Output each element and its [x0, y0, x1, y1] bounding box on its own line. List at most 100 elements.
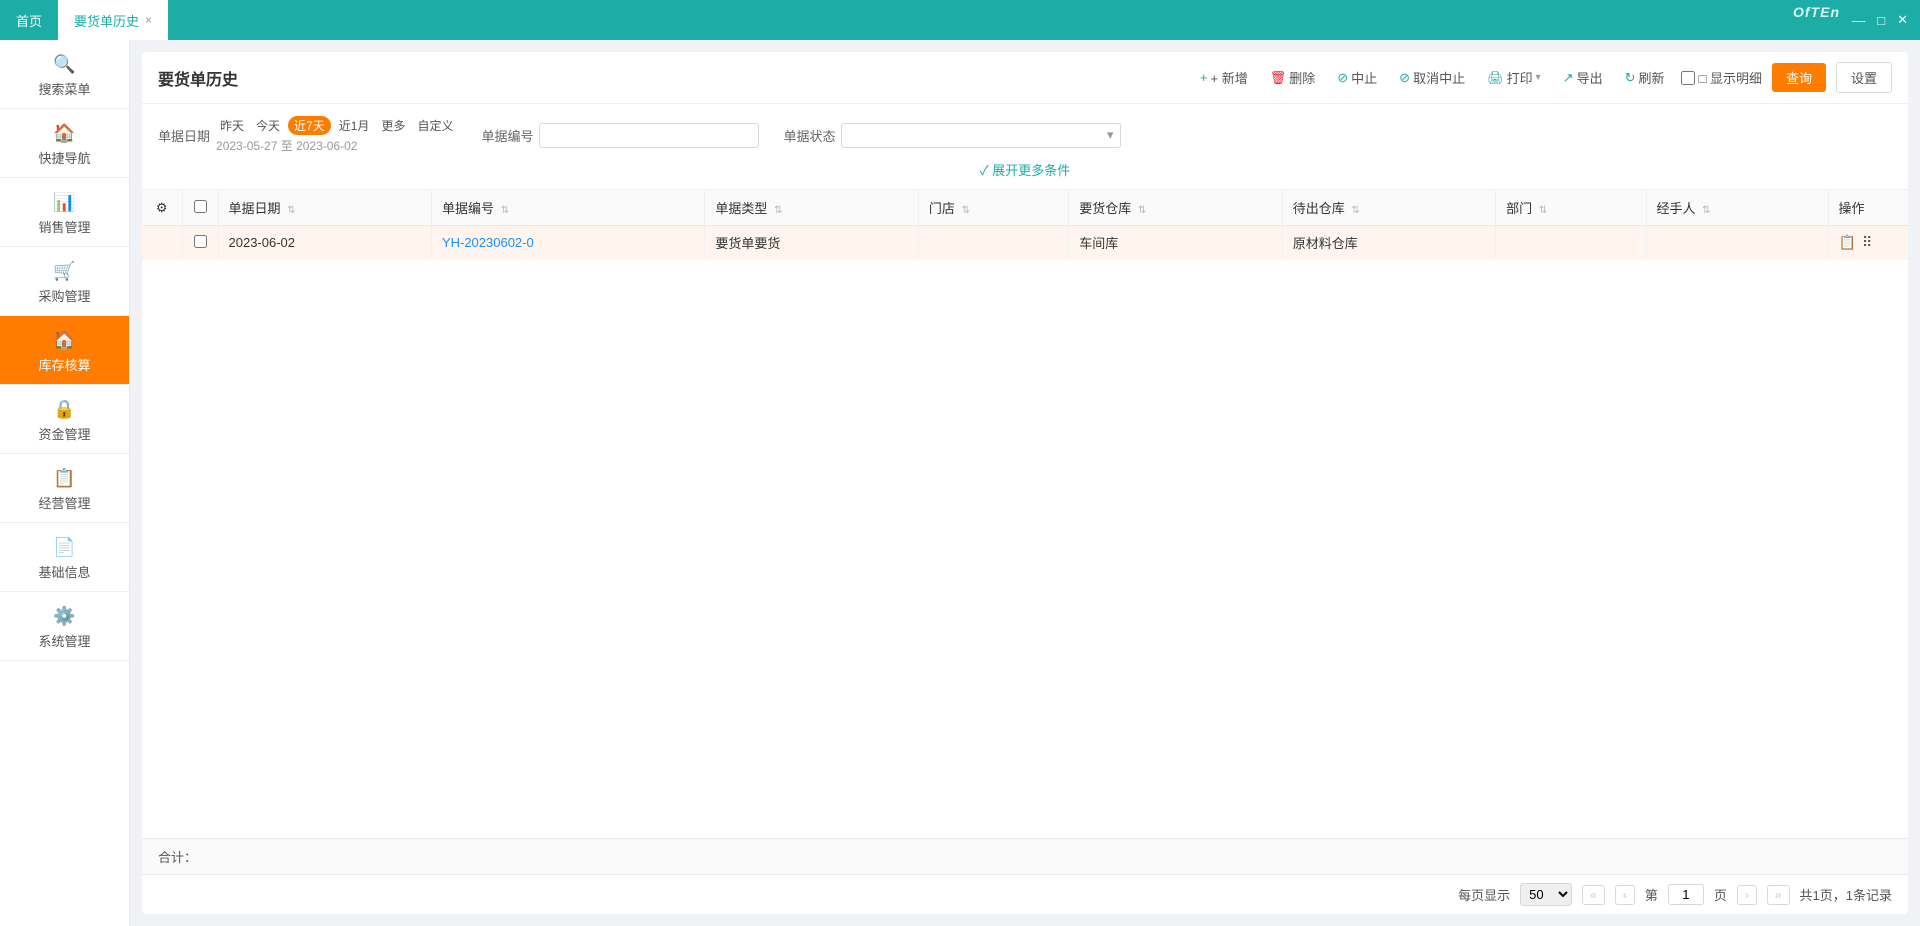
billno-input[interactable] [539, 123, 759, 148]
per-page-label: 每页显示 [1458, 885, 1510, 904]
th-billtype[interactable]: 单据类型 ⇅ [705, 190, 918, 226]
sort-billno-icon: ⇅ [501, 205, 509, 216]
select-all-checkbox[interactable] [194, 200, 207, 213]
jump-label: 第 [1645, 885, 1658, 904]
expand-more-btn[interactable]: ✓ 展开更多条件 [158, 154, 1892, 181]
stop-button[interactable]: ⊘ 中止 [1331, 64, 1383, 91]
table-row: 2023-06-02 YH-20230602-0 要货单要货 车间库 原材料仓库 [142, 226, 1908, 260]
sidebar-item-purchase[interactable]: 🛒 采购管理 [0, 247, 129, 316]
th-handler[interactable]: 经手人 ⇅ [1646, 190, 1828, 226]
td-dept [1496, 226, 1646, 260]
billno-link[interactable]: YH-20230602-0 [442, 235, 534, 250]
date-range: 2023-05-27 至 2023-06-02 [216, 137, 457, 154]
td-billno[interactable]: YH-20230602-0 [431, 226, 704, 260]
expand-more-label: ✓ 展开更多条件 [980, 160, 1071, 179]
first-page-btn[interactable]: « [1582, 885, 1605, 905]
filter-group-status: 单据状态 [783, 123, 1121, 148]
sidebar-label-basic: 基础信息 [38, 562, 90, 581]
stop-icon: ⊘ [1337, 70, 1348, 86]
filter-group-date: 单据日期 昨天 今天 近7天 近1月 更多 自定义 2023-05-27 至 2… [158, 116, 457, 154]
query-button[interactable]: 查询 [1772, 63, 1826, 92]
display-detail-checkbox[interactable] [1681, 71, 1695, 85]
new-button[interactable]: + + 新增 [1194, 64, 1254, 91]
refresh-label: 刷新 [1638, 68, 1664, 87]
date-btn-1month[interactable]: 近1月 [335, 116, 374, 135]
date-btn-today[interactable]: 今天 [252, 116, 284, 135]
operations-icon: 📋 [53, 468, 75, 489]
sort-store-icon: ⇅ [962, 205, 970, 216]
sidebar-item-quicknav[interactable]: 🏠 快捷导航 [0, 109, 129, 178]
sidebar-item-sales[interactable]: 📊 销售管理 [0, 178, 129, 247]
sidebar-item-inventory[interactable]: 🏠 库存核算 [0, 316, 129, 385]
prev-page-btn[interactable]: ‹ [1615, 885, 1635, 905]
purchase-icon: 🛒 [53, 261, 75, 282]
action-edit-icon[interactable]: 📋 [1839, 234, 1856, 251]
th-billno[interactable]: 单据编号 ⇅ [431, 190, 704, 226]
tab-home[interactable]: 首页 [0, 0, 58, 40]
sidebar-label-system: 系统管理 [38, 631, 90, 650]
td-action: 📋 ⠿ [1828, 226, 1908, 260]
date-filter-label: 单据日期 [158, 126, 210, 145]
sidebar-item-operations[interactable]: 📋 经营管理 [0, 454, 129, 523]
th-out-warehouse[interactable]: 待出仓库 ⇅ [1282, 190, 1495, 226]
tab-close-icon[interactable]: × [145, 13, 152, 27]
page-size-select[interactable]: 50 100 200 [1520, 883, 1572, 906]
sort-date-icon: ⇅ [287, 205, 295, 216]
sidebar-label-purchase: 采购管理 [38, 286, 90, 305]
action-more-icon[interactable]: ⠿ [1862, 234, 1872, 251]
row-checkbox[interactable] [194, 235, 207, 248]
window-close-icon[interactable]: ✕ [1897, 12, 1908, 28]
sidebar-item-basic[interactable]: 📄 基础信息 [0, 523, 129, 592]
sidebar-label-inventory: 库存核算 [38, 355, 90, 374]
column-settings-icon[interactable]: ⚙ [156, 200, 168, 216]
sort-req-warehouse-icon: ⇅ [1138, 205, 1146, 216]
date-btn-7days[interactable]: 近7天 [288, 116, 331, 135]
date-btn-more[interactable]: 更多 [377, 116, 409, 135]
sidebar-item-finance[interactable]: 🔒 资金管理 [0, 385, 129, 454]
td-out-warehouse: 原材料仓库 [1282, 226, 1495, 260]
export-label: 导出 [1577, 68, 1603, 87]
sidebar-item-system[interactable]: ⚙️ 系统管理 [0, 592, 129, 661]
date-btn-yesterday[interactable]: 昨天 [216, 116, 248, 135]
sidebar-label-finance: 资金管理 [38, 424, 90, 443]
sort-handler-icon: ⇅ [1702, 205, 1710, 216]
th-check[interactable] [182, 190, 218, 226]
top-bar: 首页 要货单历史 × OfTEn — □ ✕ [0, 0, 1920, 40]
window-minimize-icon[interactable]: — [1852, 13, 1865, 28]
table-header-row: ⚙ 单据日期 ⇅ 单据编号 [142, 190, 1908, 226]
td-setting [142, 226, 182, 260]
last-page-btn[interactable]: » [1767, 885, 1790, 905]
cancel-stop-button[interactable]: ⊘ 取消中止 [1393, 64, 1471, 91]
table-container: ⚙ 单据日期 ⇅ 单据编号 [142, 190, 1908, 838]
page-card: 要货单历史 + + 新增 🗑 删除 ⊘ 中止 ⊘ [142, 52, 1908, 914]
export-button[interactable]: ↗ 导出 [1557, 64, 1609, 91]
window-maximize-icon[interactable]: □ [1877, 13, 1885, 28]
sidebar-label-sales: 销售管理 [38, 217, 90, 236]
export-icon: ↗ [1563, 70, 1574, 86]
filter-row: 单据日期 昨天 今天 近7天 近1月 更多 自定义 2023-05-27 至 2… [158, 116, 1892, 154]
date-btns: 昨天 今天 近7天 近1月 更多 自定义 [216, 116, 457, 135]
date-btn-custom[interactable]: 自定义 [413, 116, 457, 135]
status-select[interactable] [841, 123, 1121, 148]
th-dept[interactable]: 部门 ⇅ [1496, 190, 1646, 226]
th-date[interactable]: 单据日期 ⇅ [218, 190, 431, 226]
next-page-btn[interactable]: › [1737, 885, 1757, 905]
td-check[interactable] [182, 226, 218, 260]
th-setting[interactable]: ⚙ [142, 190, 182, 226]
setting-button[interactable]: 设置 [1836, 62, 1892, 93]
th-req-warehouse[interactable]: 要货仓库 ⇅ [1069, 190, 1282, 226]
sort-billtype-icon: ⇅ [774, 205, 782, 216]
finance-icon: 🔒 [53, 399, 75, 420]
sidebar-item-search[interactable]: 🔍 搜索菜单 [0, 40, 129, 109]
tab-active[interactable]: 要货单历史 × [58, 0, 168, 40]
refresh-button[interactable]: ↻ 刷新 [1619, 64, 1671, 91]
cancel-stop-label: 取消中止 [1413, 68, 1465, 87]
filter-group-billno: 单据编号 [481, 123, 759, 148]
sales-icon: 📊 [53, 192, 75, 213]
th-store[interactable]: 门店 ⇅ [918, 190, 1068, 226]
delete-button[interactable]: 🗑 删除 [1264, 64, 1322, 91]
display-detail-toggle[interactable]: □ 显示明细 [1681, 68, 1762, 87]
page-input[interactable] [1668, 884, 1704, 905]
print-button[interactable]: 🖨 打印 ▾ [1481, 64, 1547, 91]
td-store [918, 226, 1068, 260]
